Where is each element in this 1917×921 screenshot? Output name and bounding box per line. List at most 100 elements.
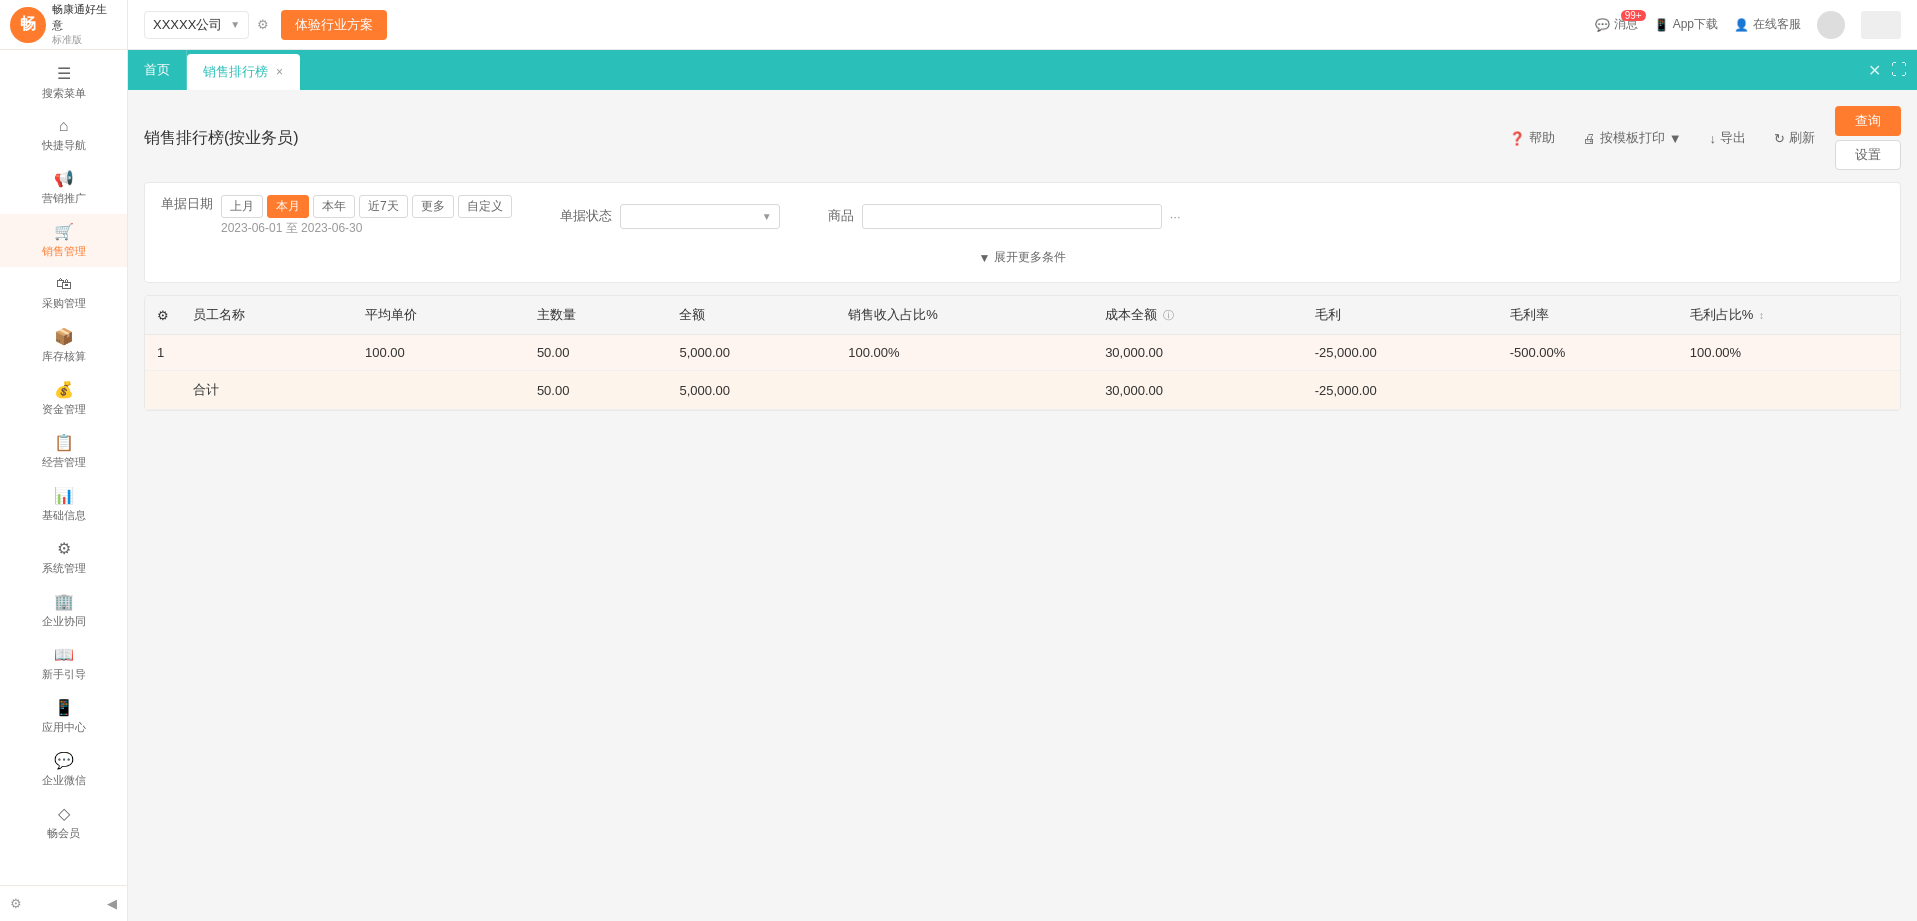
- th-amount: 全额: [667, 296, 836, 335]
- sidebar-item-库存核算[interactable]: 📦 库存核算: [0, 319, 127, 372]
- print-dropdown-icon: ▼: [1669, 131, 1682, 146]
- company-name: XXXXX公司: [153, 16, 222, 34]
- export-icon: ↓: [1710, 131, 1717, 146]
- sidebar-item-销售管理[interactable]: 🛒 销售管理: [0, 214, 127, 267]
- sidebar-item-新手引导[interactable]: 📖 新手引导: [0, 637, 127, 690]
- sidebar-item-系统管理[interactable]: ⚙ 系统管理: [0, 531, 127, 584]
- tab-expand-icon[interactable]: ⛶: [1891, 61, 1907, 79]
- cell-index: 1: [145, 335, 181, 371]
- tab-close-icon[interactable]: ×: [276, 65, 283, 79]
- print-icon: 🖨: [1583, 131, 1596, 146]
- export-button[interactable]: ↓ 导出: [1702, 125, 1755, 151]
- refresh-button[interactable]: ↻ 刷新: [1766, 125, 1823, 151]
- setting-button[interactable]: 设置: [1835, 140, 1901, 170]
- message-button[interactable]: 💬 消息 99+: [1595, 16, 1638, 33]
- nav-label: 基础信息: [42, 508, 86, 523]
- status-select-wrapper: ▼: [620, 204, 780, 229]
- app-download-button[interactable]: 📱 App下载: [1654, 16, 1718, 33]
- user-avatar-2[interactable]: [1861, 11, 1901, 39]
- th-cost: 成本全额 ⓘ: [1093, 296, 1303, 335]
- th-gross: 毛利: [1303, 296, 1498, 335]
- nav-icon: 📖: [54, 645, 74, 664]
- goods-input[interactable]: [862, 204, 1162, 229]
- help-button[interactable]: ❓ 帮助: [1501, 125, 1563, 151]
- sidebar-bottom: ⚙ ◀: [0, 885, 127, 921]
- tab-close-all-icon[interactable]: ✕: [1868, 61, 1881, 80]
- main-content: 销售排行榜(按业务员) ❓ 帮助 🖨 按模板打印 ▼ ↓ 导出 ↻ 刷新 查询 …: [128, 90, 1917, 921]
- cost-info-icon[interactable]: ⓘ: [1163, 309, 1174, 321]
- message-icon: 💬: [1595, 18, 1610, 32]
- topbar-actions: 体验行业方案: [281, 10, 387, 40]
- tab-home[interactable]: 首页: [128, 50, 187, 90]
- th-name: 员工名称: [181, 296, 353, 335]
- sidebar-item-畅会员[interactable]: ◇ 畅会员: [0, 796, 127, 849]
- date-btn-this-month[interactable]: 本月: [267, 195, 309, 218]
- nav-icon: 🛒: [54, 222, 74, 241]
- total-label: 合计: [181, 371, 353, 410]
- cell-gross: -25,000.00: [1303, 335, 1498, 371]
- nav-label: 采购管理: [42, 296, 86, 311]
- status-select[interactable]: [620, 204, 780, 229]
- goods-filter-label: 商品: [828, 207, 854, 225]
- nav-icon: ⚙: [57, 539, 71, 558]
- logo-icon: 畅: [10, 7, 46, 43]
- user-avatar[interactable]: [1817, 11, 1845, 39]
- company-selector[interactable]: XXXXX公司 ▼: [144, 11, 249, 39]
- table-head: ⚙ 员工名称 平均单价 主数量 全额 销售收入占比% 成本全额 ⓘ 毛利 毛利率…: [145, 296, 1900, 335]
- goods-more-icon[interactable]: ···: [1170, 209, 1181, 224]
- cell-gross-rate: -500.00%: [1498, 335, 1678, 371]
- trial-button[interactable]: 体验行业方案: [281, 10, 387, 40]
- tabbar-controls: ✕ ⛶: [1868, 61, 1917, 80]
- sidebar-item-采购管理[interactable]: 🛍 采购管理: [0, 267, 127, 319]
- sidebar-nav: ☰ 搜索菜单 ⌂ 快捷导航 📢 营销推广 🛒 销售管理 🛍 采购管理 📦 库存核…: [0, 50, 127, 885]
- settings-gear-icon[interactable]: ⚙: [257, 17, 269, 32]
- sidebar-item-企业微信[interactable]: 💬 企业微信: [0, 743, 127, 796]
- sidebar-settings-icon[interactable]: ⚙: [10, 896, 22, 911]
- th-sales-pct: 销售收入占比%: [836, 296, 1093, 335]
- tab-sales-rank[interactable]: 销售排行榜 ×: [187, 54, 300, 90]
- print-template-button[interactable]: 🖨 按模板打印 ▼: [1575, 125, 1690, 151]
- nav-label: 销售管理: [42, 244, 86, 259]
- expand-more-label: 展开更多条件: [994, 249, 1066, 266]
- sidebar-item-应用中心[interactable]: 📱 应用中心: [0, 690, 127, 743]
- query-button[interactable]: 查询: [1835, 106, 1901, 136]
- sidebar-item-搜索菜单[interactable]: ☰ 搜索菜单: [0, 56, 127, 109]
- nav-label: 新手引导: [42, 667, 86, 682]
- sidebar-item-经营管理[interactable]: 📋 经营管理: [0, 425, 127, 478]
- online-service-button[interactable]: 👤 在线客服: [1734, 16, 1801, 33]
- logo-area: 畅 畅康通好生意 标准版: [0, 0, 127, 50]
- sidebar-item-快捷导航[interactable]: ⌂ 快捷导航: [0, 109, 127, 161]
- nav-icon: 📢: [54, 169, 74, 188]
- sidebar-item-资金管理[interactable]: 💰 资金管理: [0, 372, 127, 425]
- nav-label: 畅会员: [47, 826, 80, 841]
- sidebar-item-基础信息[interactable]: 📊 基础信息: [0, 478, 127, 531]
- total-gross-rate: [1498, 371, 1678, 410]
- date-btn-this-year[interactable]: 本年: [313, 195, 355, 218]
- total-amount: 5,000.00: [667, 371, 836, 410]
- date-btn-more[interactable]: 更多: [412, 195, 454, 218]
- nav-label: 系统管理: [42, 561, 86, 576]
- sidebar-item-营销推广[interactable]: 📢 营销推广: [0, 161, 127, 214]
- th-gross-pct: 毛利占比% ↕: [1678, 296, 1900, 335]
- sidebar-collapse-icon[interactable]: ◀: [107, 896, 117, 911]
- nav-label: 经营管理: [42, 455, 86, 470]
- app-download-label: App下载: [1673, 16, 1718, 33]
- total-row: 合计 50.00 5,000.00 30,000.00 -25,000.00: [145, 371, 1900, 410]
- data-table: ⚙ 员工名称 平均单价 主数量 全额 销售收入占比% 成本全额 ⓘ 毛利 毛利率…: [145, 296, 1900, 410]
- date-btn-custom[interactable]: 自定义: [458, 195, 512, 218]
- expand-more-button[interactable]: ▼ 展开更多条件: [161, 245, 1884, 270]
- table-body: 1 100.00 50.00 5,000.00 100.00% 30,000.0…: [145, 335, 1900, 371]
- date-btn-7days[interactable]: 近7天: [359, 195, 408, 218]
- total-gross-pct: [1678, 371, 1900, 410]
- chevron-down-icon: ▼: [979, 251, 991, 265]
- cell-cost: 30,000.00: [1093, 335, 1303, 371]
- sidebar-item-企业协同[interactable]: 🏢 企业协同: [0, 584, 127, 637]
- date-btn-last-month[interactable]: 上月: [221, 195, 263, 218]
- date-range-text: 2023-06-01 至 2023-06-30: [221, 220, 512, 237]
- topbar-right: 💬 消息 99+ 📱 App下载 👤 在线客服: [1595, 11, 1901, 39]
- cell-amount: 5,000.00: [667, 335, 836, 371]
- total-gross: -25,000.00: [1303, 371, 1498, 410]
- filter-row-1: 单据日期 上月 本月 本年 近7天 更多 自定义 2023-06-01 至 20…: [161, 195, 1884, 237]
- gross-pct-sort-icon[interactable]: ↕: [1759, 310, 1764, 321]
- cell-gross-pct: 100.00%: [1678, 335, 1900, 371]
